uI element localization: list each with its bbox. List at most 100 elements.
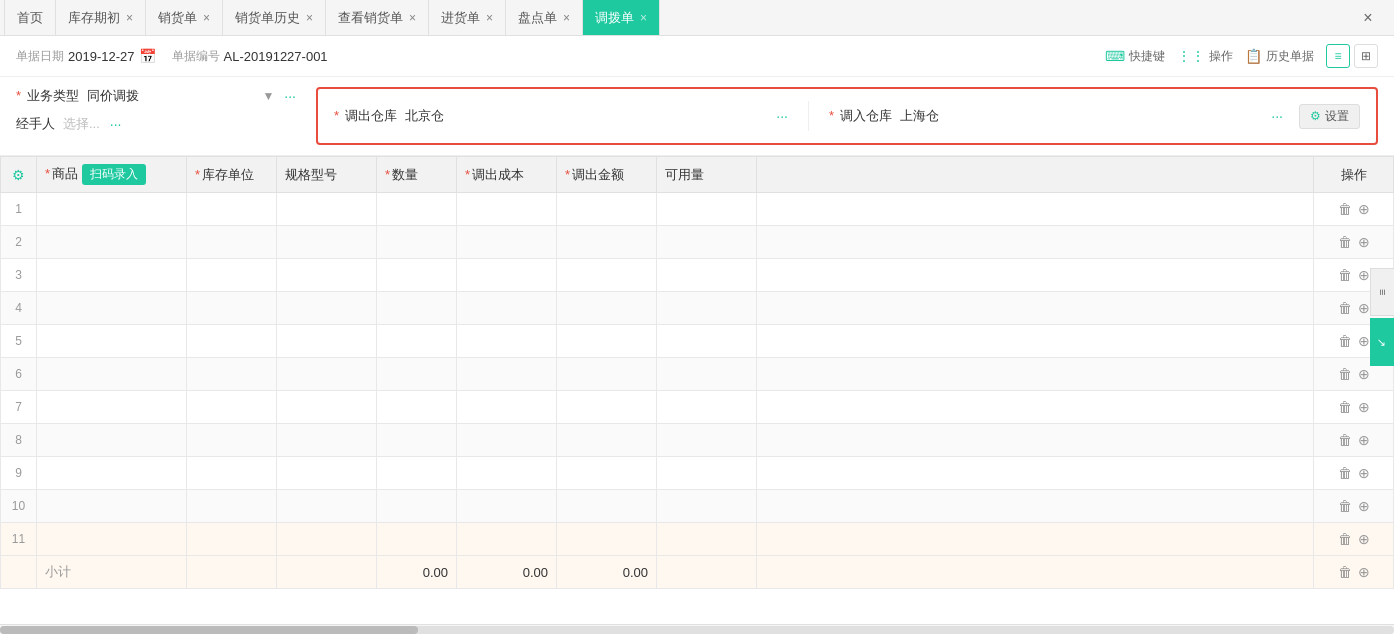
copy-icon[interactable]: ⊕ [1358, 234, 1370, 250]
cell-unit[interactable] [187, 523, 277, 556]
copy-icon[interactable]: ⊕ [1358, 399, 1370, 415]
cell-goods[interactable] [37, 226, 187, 259]
tab-transfer-close[interactable]: × [640, 11, 647, 25]
cell-cost[interactable] [457, 358, 557, 391]
tab-sales-order[interactable]: 销货单 × [146, 0, 223, 35]
cell-qty[interactable] [377, 226, 457, 259]
cell-cost[interactable] [457, 226, 557, 259]
cell-available[interactable] [657, 424, 757, 457]
handler-more-button[interactable]: ··· [110, 116, 122, 132]
cell-amount[interactable] [557, 391, 657, 424]
cell-unit[interactable] [187, 259, 277, 292]
delete-icon[interactable]: 🗑 [1338, 267, 1352, 283]
cell-qty[interactable] [377, 424, 457, 457]
window-close-button[interactable]: × [1354, 4, 1382, 32]
float-list-button[interactable]: ≡ [1370, 268, 1394, 316]
tab-inventory-init-close[interactable]: × [126, 11, 133, 25]
cell-qty[interactable] [377, 457, 457, 490]
cell-amount[interactable] [557, 457, 657, 490]
tab-transfer[interactable]: 调拨单 × [583, 0, 660, 35]
tab-purchase[interactable]: 进货单 × [429, 0, 506, 35]
cell-unit[interactable] [187, 193, 277, 226]
cell-cost[interactable] [457, 424, 557, 457]
cell-goods[interactable] [37, 391, 187, 424]
cell-qty[interactable] [377, 292, 457, 325]
cell-spec[interactable] [277, 457, 377, 490]
cell-qty[interactable] [377, 391, 457, 424]
copy-icon[interactable]: ⊕ [1358, 333, 1370, 349]
cell-amount[interactable] [557, 424, 657, 457]
settings-button[interactable]: ⚙ 设置 [1299, 104, 1360, 129]
cell-available[interactable] [657, 226, 757, 259]
cell-available[interactable] [657, 292, 757, 325]
cell-available[interactable] [657, 259, 757, 292]
warehouse-in-more[interactable]: ··· [1271, 108, 1283, 124]
cell-qty[interactable] [377, 259, 457, 292]
delete-icon[interactable]: 🗑 [1338, 366, 1352, 382]
cell-goods[interactable] [37, 457, 187, 490]
table-settings-icon[interactable]: ⚙ [12, 167, 25, 183]
horizontal-scrollbar[interactable] [0, 624, 1394, 634]
cell-goods[interactable] [37, 523, 187, 556]
delete-icon[interactable]: 🗑 [1338, 399, 1352, 415]
cell-qty[interactable] [377, 490, 457, 523]
cell-qty[interactable] [377, 523, 457, 556]
cell-unit[interactable] [187, 490, 277, 523]
cell-goods[interactable] [37, 292, 187, 325]
dropdown-arrow-icon[interactable]: ▼ [262, 89, 274, 103]
cell-goods[interactable] [37, 490, 187, 523]
cell-qty[interactable] [377, 193, 457, 226]
cell-goods[interactable] [37, 325, 187, 358]
copy-icon[interactable]: ⊕ [1358, 465, 1370, 481]
float-expand-button[interactable]: ↗ [1370, 318, 1394, 366]
cell-spec[interactable] [277, 490, 377, 523]
cell-cost[interactable] [457, 193, 557, 226]
tab-purchase-close[interactable]: × [486, 11, 493, 25]
cell-spec[interactable] [277, 259, 377, 292]
history-button[interactable]: 📋 历史单据 [1245, 48, 1314, 65]
cell-available[interactable] [657, 523, 757, 556]
cell-available[interactable] [657, 193, 757, 226]
cell-spec[interactable] [277, 292, 377, 325]
scan-button[interactable]: 扫码录入 [82, 164, 146, 185]
delete-icon[interactable]: 🗑 [1338, 201, 1352, 217]
subtotal-copy-icon[interactable]: ⊕ [1358, 564, 1370, 580]
delete-icon[interactable]: 🗑 [1338, 465, 1352, 481]
cell-amount[interactable] [557, 193, 657, 226]
cell-amount[interactable] [557, 523, 657, 556]
cell-qty[interactable] [377, 325, 457, 358]
delete-icon[interactable]: 🗑 [1338, 432, 1352, 448]
cell-cost[interactable] [457, 259, 557, 292]
tab-sales-history-close[interactable]: × [306, 11, 313, 25]
more-button[interactable]: ··· [284, 88, 296, 104]
delete-icon[interactable]: 🗑 [1338, 300, 1352, 316]
cell-cost[interactable] [457, 391, 557, 424]
tab-inventory-check[interactable]: 盘点单 × [506, 0, 583, 35]
tab-sales-history[interactable]: 销货单历史 × [223, 0, 326, 35]
business-type-input[interactable]: 同价调拨 ▼ ··· [87, 87, 296, 105]
scroll-thumb[interactable] [0, 626, 418, 634]
cell-goods[interactable] [37, 193, 187, 226]
cell-available[interactable] [657, 325, 757, 358]
cell-goods[interactable] [37, 424, 187, 457]
subtotal-delete-icon[interactable]: 🗑 [1338, 564, 1352, 580]
cell-amount[interactable] [557, 226, 657, 259]
cell-cost[interactable] [457, 292, 557, 325]
delete-icon[interactable]: 🗑 [1338, 531, 1352, 547]
calendar-icon[interactable]: 📅 [139, 48, 156, 64]
tab-inventory-init[interactable]: 库存期初 × [56, 0, 146, 35]
cell-available[interactable] [657, 391, 757, 424]
delete-icon[interactable]: 🗑 [1338, 498, 1352, 514]
cell-unit[interactable] [187, 358, 277, 391]
warehouse-out-more[interactable]: ··· [776, 108, 788, 124]
layout-list-icon[interactable]: ≡ [1326, 44, 1350, 68]
copy-icon[interactable]: ⊕ [1358, 201, 1370, 217]
cell-spec[interactable] [277, 193, 377, 226]
cell-spec[interactable] [277, 325, 377, 358]
tab-sales-order-close[interactable]: × [203, 11, 210, 25]
tab-view-sales[interactable]: 查看销货单 × [326, 0, 429, 35]
copy-icon[interactable]: ⊕ [1358, 366, 1370, 382]
cell-amount[interactable] [557, 259, 657, 292]
cell-available[interactable] [657, 358, 757, 391]
cell-spec[interactable] [277, 523, 377, 556]
